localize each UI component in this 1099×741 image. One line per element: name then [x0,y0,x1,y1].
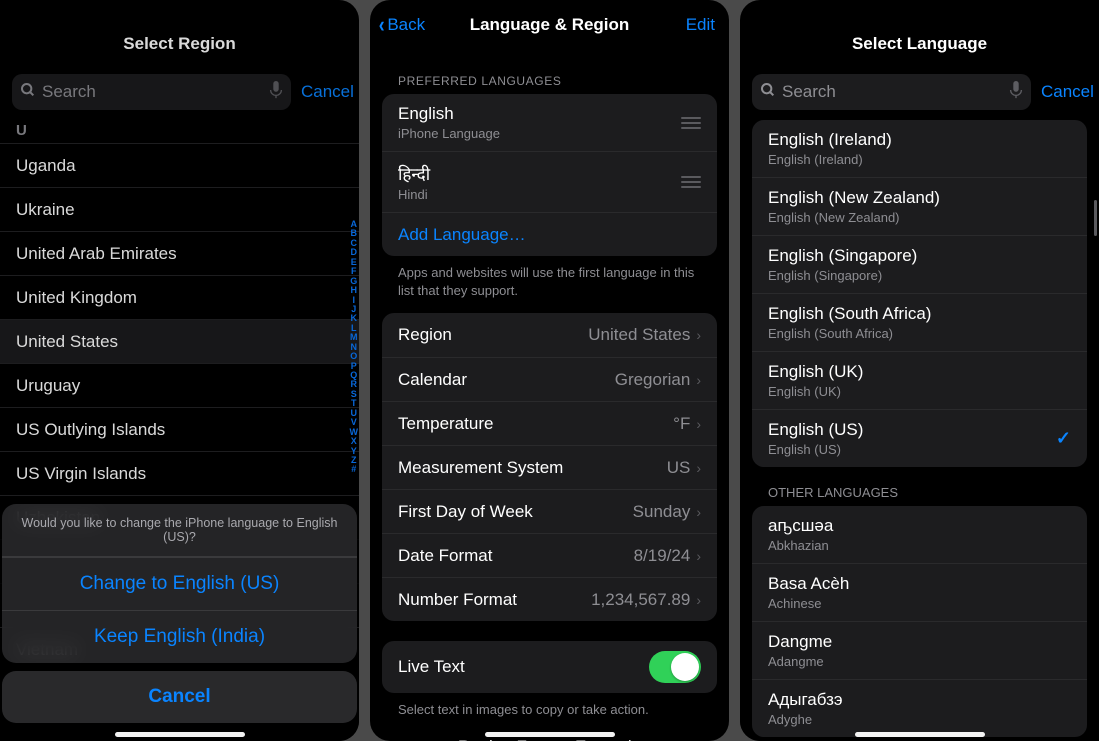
page-title: Language & Region [470,15,630,35]
chevron-right-icon: › [696,416,701,432]
other-languages-group: аҧсшәаAbkhazianBasa AcèhAchineseDangmeAd… [752,506,1087,737]
home-indicator[interactable] [855,732,985,737]
preferred-languages-group: English iPhone Language हिन्दी Hindi Add… [382,94,717,256]
list-item[interactable]: English (Singapore)English (Singapore) [752,235,1087,293]
live-text-row[interactable]: Live Text [382,641,717,693]
screen-select-region: Select Region Cancel U Uganda Ukraine [0,0,359,741]
search-icon [760,82,776,103]
date-format-row[interactable]: Date Format 8/19/24› [382,533,717,577]
keep-language-button[interactable]: Keep English (India) [2,610,357,663]
chevron-right-icon: › [696,460,701,476]
temperature-row[interactable]: Temperature °F› [382,401,717,445]
chevron-right-icon: › [696,327,701,343]
language-row-hindi[interactable]: हिन्दी Hindi [382,151,717,212]
scroll-indicator[interactable] [1094,200,1097,236]
preferred-languages-header: PREFERRED LANGUAGES [370,44,729,94]
language-row-english[interactable]: English iPhone Language [382,94,717,151]
live-text-footer: Select text in images to copy or take ac… [370,693,729,725]
reorder-icon[interactable] [681,176,701,188]
home-indicator[interactable] [115,732,245,737]
action-sheet-title: Would you like to change the iPhone lang… [2,504,357,557]
chevron-right-icon: › [696,372,701,388]
mic-icon[interactable] [1009,81,1023,104]
search-input[interactable] [782,82,1003,102]
calendar-row[interactable]: Calendar Gregorian› [382,357,717,401]
list-item[interactable]: Basa AcèhAchinese [752,563,1087,621]
chevron-right-icon: › [696,504,701,520]
checkmark-icon: ✓ [1056,428,1071,449]
measurement-row[interactable]: Measurement System US› [382,445,717,489]
sheet-header: Select Language [740,20,1099,68]
list-item[interactable]: English (South Africa)English (South Afr… [752,293,1087,351]
preferred-languages-footer: Apps and websites will use the first lan… [370,256,729,313]
search-field[interactable] [752,74,1031,110]
live-text-group: Live Text [382,641,717,693]
action-sheet: Would you like to change the iPhone lang… [2,504,357,723]
list-item[interactable]: English (Ireland)English (Ireland) [752,120,1087,177]
chevron-left-icon: ‹ [379,12,385,38]
chevron-right-icon: › [696,592,701,608]
back-button[interactable]: ‹ Back [378,12,425,38]
list-item[interactable]: АдыгабзэAdyghe [752,679,1087,737]
search-cancel-button[interactable]: Cancel [1041,82,1094,102]
list-item[interactable]: English (New Zealand)English (New Zealan… [752,177,1087,235]
number-format-row[interactable]: Number Format 1,234,567.89› [382,577,717,621]
edit-button[interactable]: Edit [686,15,715,35]
title-select-language: Select Language [852,34,987,54]
add-language-button[interactable]: Add Language… [382,212,717,256]
list-item[interactable]: аҧсшәаAbkhazian [752,506,1087,563]
region-row[interactable]: Region United States› [382,313,717,357]
screen-language-region: ‹ Back Language & Region Edit PREFERRED … [370,0,729,741]
list-item[interactable]: English (US)English (US)✓ [752,409,1087,467]
reorder-icon[interactable] [681,117,701,129]
chevron-right-icon: › [696,548,701,564]
english-languages-group: English (Ireland)English (Ireland)Englis… [752,120,1087,467]
action-sheet-cancel-button[interactable]: Cancel [2,671,357,723]
change-language-button[interactable]: Change to English (US) [2,557,357,610]
list-item[interactable]: DangmeAdangme [752,621,1087,679]
list-item[interactable]: English (UK)English (UK) [752,351,1087,409]
screen-select-language: Select Language Cancel English (Ireland)… [740,0,1099,741]
live-text-toggle[interactable] [649,651,701,683]
home-indicator[interactable] [485,732,615,737]
region-settings-group: Region United States› Calendar Gregorian… [382,313,717,621]
other-languages-header: OTHER LANGUAGES [740,467,1099,506]
first-day-row[interactable]: First Day of Week Sunday› [382,489,717,533]
